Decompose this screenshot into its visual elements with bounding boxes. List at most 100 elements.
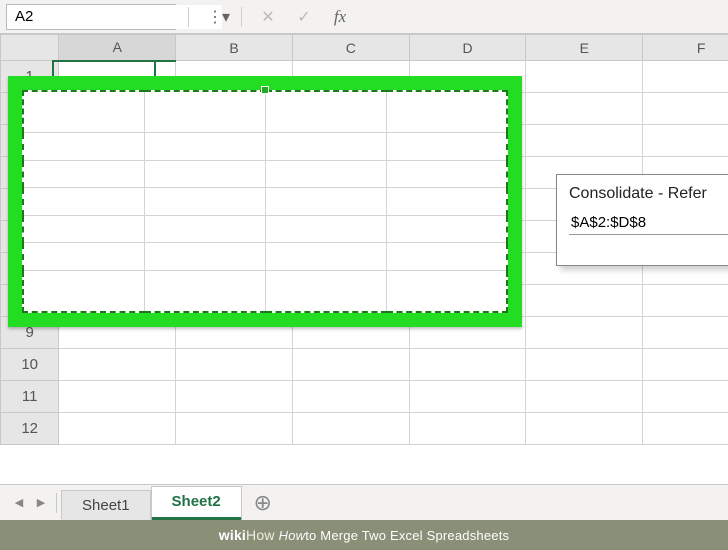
sheet-tab[interactable]: Sheet2 xyxy=(151,486,242,520)
cell[interactable] xyxy=(59,317,176,349)
sheet-tab[interactable]: Sheet1 xyxy=(61,490,151,520)
cell[interactable] xyxy=(526,93,643,125)
cell[interactable] xyxy=(292,125,409,157)
cancel-button[interactable]: ✕ xyxy=(254,5,282,29)
row-header[interactable]: 3 xyxy=(1,125,59,157)
cell[interactable] xyxy=(176,285,293,317)
cell[interactable] xyxy=(292,413,409,445)
cell[interactable] xyxy=(176,157,293,189)
cell[interactable] xyxy=(59,221,176,253)
cell[interactable] xyxy=(292,285,409,317)
row-header[interactable]: 10 xyxy=(1,349,59,381)
cell[interactable] xyxy=(292,349,409,381)
cell[interactable] xyxy=(526,61,643,93)
cell[interactable] xyxy=(526,381,643,413)
cell[interactable] xyxy=(643,349,728,381)
row-header[interactable]: 5 xyxy=(1,189,59,221)
column-header[interactable]: A xyxy=(59,35,176,61)
cell[interactable] xyxy=(176,221,293,253)
formula-input[interactable] xyxy=(362,5,722,29)
column-header[interactable]: D xyxy=(409,35,526,61)
cell[interactable] xyxy=(409,253,526,285)
cell[interactable] xyxy=(409,413,526,445)
cell[interactable] xyxy=(409,349,526,381)
cell[interactable] xyxy=(409,61,526,93)
cell[interactable] xyxy=(176,189,293,221)
cell[interactable] xyxy=(409,157,526,189)
row-header[interactable]: 9 xyxy=(1,317,59,349)
row-header[interactable]: 1 xyxy=(1,61,59,93)
tab-nav-next[interactable]: ▶ xyxy=(30,491,52,515)
insert-function-button[interactable]: fx xyxy=(326,5,354,29)
cell[interactable] xyxy=(176,125,293,157)
cell[interactable] xyxy=(59,285,176,317)
cell[interactable] xyxy=(292,381,409,413)
column-header[interactable]: B xyxy=(176,35,293,61)
row-header[interactable]: 4 xyxy=(1,157,59,189)
cell[interactable] xyxy=(59,413,176,445)
cell[interactable] xyxy=(526,317,643,349)
cell[interactable] xyxy=(176,381,293,413)
column-header[interactable]: E xyxy=(526,35,643,61)
row-header[interactable]: 7 xyxy=(1,253,59,285)
cell[interactable] xyxy=(292,93,409,125)
cell[interactable] xyxy=(59,253,176,285)
cell[interactable] xyxy=(409,381,526,413)
cell[interactable] xyxy=(176,253,293,285)
confirm-button[interactable]: ✓ xyxy=(290,5,318,29)
cell[interactable] xyxy=(59,189,176,221)
cell[interactable] xyxy=(409,285,526,317)
row-header[interactable]: 8 xyxy=(1,285,59,317)
dots-icon: ⋮ xyxy=(207,7,223,27)
cell[interactable] xyxy=(643,381,728,413)
new-sheet-button[interactable]: ⊕ xyxy=(248,488,278,518)
cell[interactable] xyxy=(643,125,728,157)
spreadsheet-area[interactable]: ABCDEF 123456789101112 Consolidate - Ref… xyxy=(0,34,728,484)
cell[interactable] xyxy=(409,189,526,221)
cell[interactable] xyxy=(59,93,176,125)
cell[interactable] xyxy=(59,125,176,157)
cell[interactable] xyxy=(292,61,409,93)
select-all-corner[interactable] xyxy=(1,35,59,61)
name-box-input[interactable] xyxy=(7,5,222,29)
function-split-button[interactable]: ⋮ xyxy=(201,5,229,29)
cell[interactable] xyxy=(176,93,293,125)
row-header[interactable]: 6 xyxy=(1,221,59,253)
cell[interactable] xyxy=(643,413,728,445)
column-header[interactable]: F xyxy=(643,35,728,61)
cell[interactable] xyxy=(643,61,728,93)
cell[interactable] xyxy=(643,93,728,125)
cell[interactable] xyxy=(292,189,409,221)
cell[interactable] xyxy=(292,317,409,349)
cell[interactable] xyxy=(59,349,176,381)
cell[interactable] xyxy=(526,285,643,317)
cell[interactable] xyxy=(176,413,293,445)
cell[interactable] xyxy=(409,125,526,157)
tab-nav-prev[interactable]: ◀ xyxy=(8,491,30,515)
cell[interactable] xyxy=(526,413,643,445)
reference-input[interactable] xyxy=(569,211,728,235)
row-header[interactable]: 2 xyxy=(1,93,59,125)
formula-bar: ▾ ⋮ ✕ ✓ fx xyxy=(0,0,728,34)
column-header[interactable]: C xyxy=(292,35,409,61)
cell[interactable] xyxy=(59,381,176,413)
plus-circle-icon: ⊕ xyxy=(254,490,272,516)
cell[interactable] xyxy=(526,125,643,157)
cell[interactable] xyxy=(292,221,409,253)
cell[interactable] xyxy=(409,221,526,253)
cell[interactable] xyxy=(526,349,643,381)
cell[interactable] xyxy=(59,61,176,93)
cell[interactable] xyxy=(59,157,176,189)
cell[interactable] xyxy=(409,317,526,349)
cell[interactable] xyxy=(409,93,526,125)
cell[interactable] xyxy=(176,61,293,93)
cell[interactable] xyxy=(643,317,728,349)
row-header[interactable]: 12 xyxy=(1,413,59,445)
cell[interactable] xyxy=(292,253,409,285)
cell[interactable] xyxy=(176,317,293,349)
cell[interactable] xyxy=(292,157,409,189)
cell[interactable] xyxy=(643,285,728,317)
row-header[interactable]: 11 xyxy=(1,381,59,413)
cell[interactable] xyxy=(176,349,293,381)
consolidate-reference-dialog[interactable]: Consolidate - Refer xyxy=(556,174,728,266)
